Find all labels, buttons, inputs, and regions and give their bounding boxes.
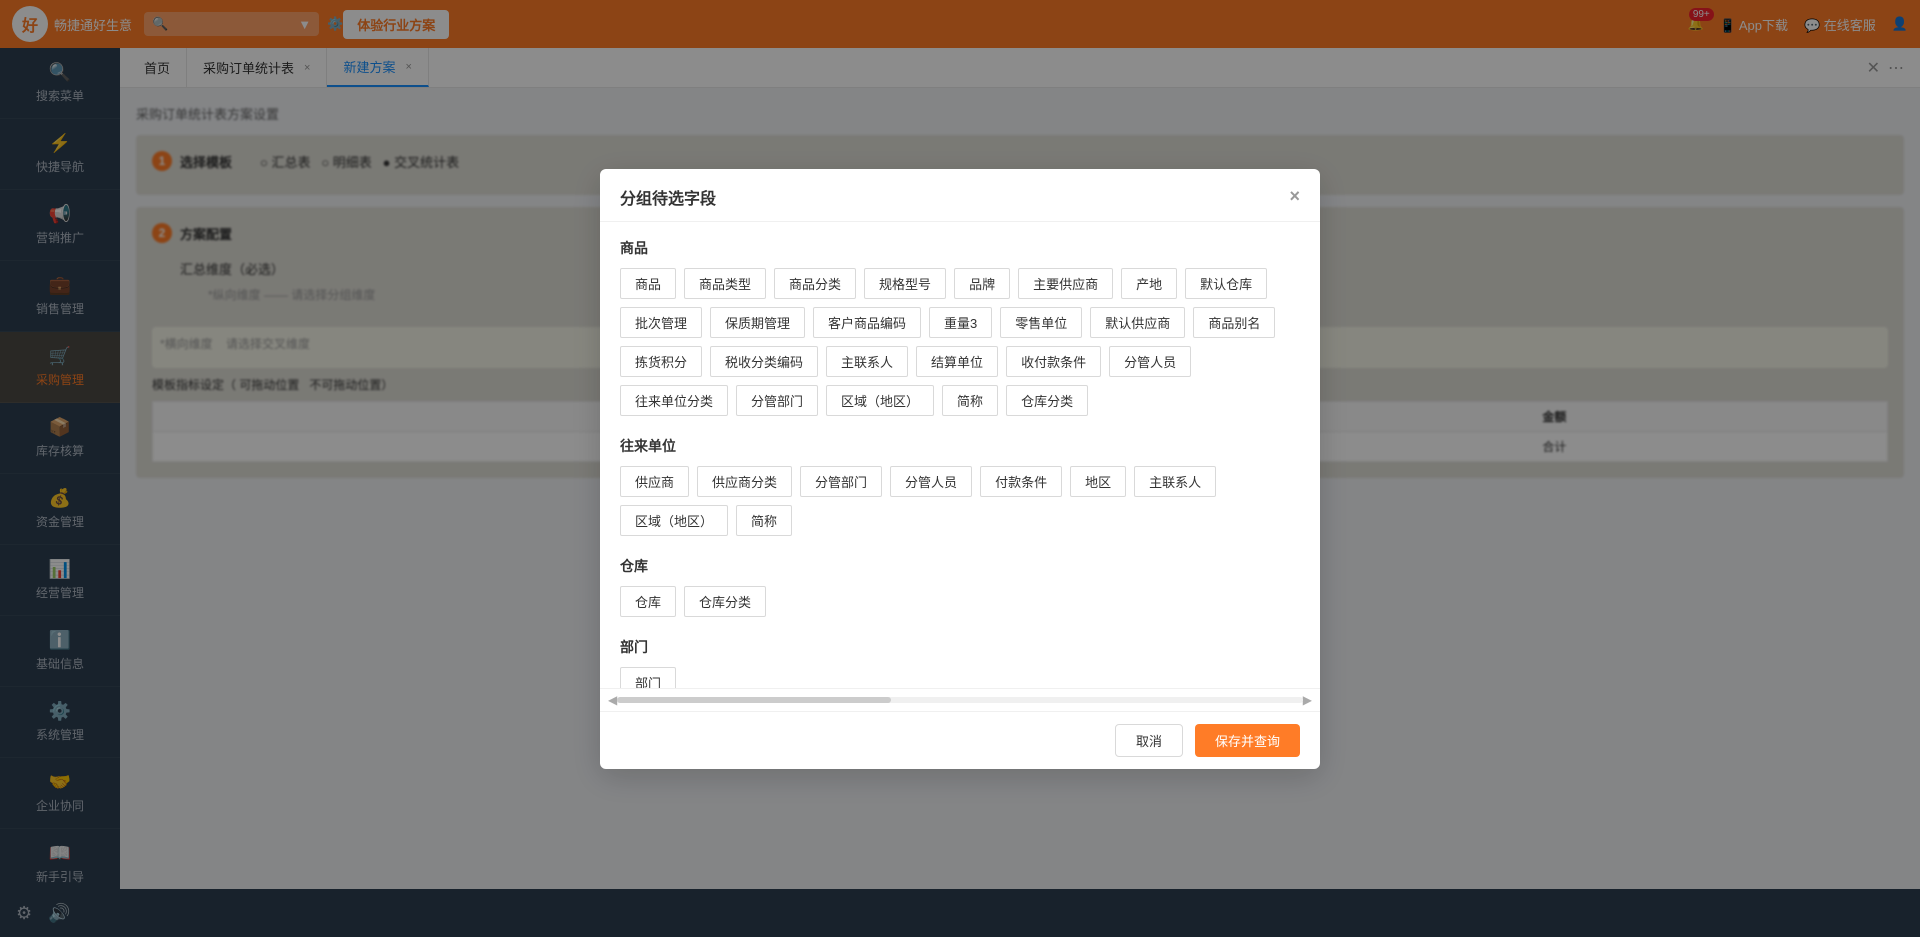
modal-footer: 取消 保存并查询 bbox=[600, 711, 1320, 769]
field-tag-goods-保质期管理[interactable]: 保质期管理 bbox=[710, 307, 805, 338]
field-tag-goods-区域地区[interactable]: 区域（地区） bbox=[826, 385, 934, 416]
field-tag-goods-产地[interactable]: 产地 bbox=[1121, 268, 1177, 299]
section-partner: 往来单位 供应商 供应商分类 分管部门 分管人员 付款条件 地区 主联系人 区域… bbox=[620, 436, 1300, 536]
field-tag-goods-仓库分类[interactable]: 仓库分类 bbox=[1006, 385, 1088, 416]
modal-overlay: 分组待选字段 × 商品 商品 商品类型 商品分类 规格型号 品牌 主要供应商 产… bbox=[0, 0, 1920, 937]
field-tag-goods-主联系人[interactable]: 主联系人 bbox=[826, 346, 908, 377]
field-tag-goods-收付款条件[interactable]: 收付款条件 bbox=[1006, 346, 1101, 377]
modal-header: 分组待选字段 × bbox=[600, 169, 1320, 222]
field-tag-partner-分管部门[interactable]: 分管部门 bbox=[800, 466, 882, 497]
section-goods-tags: 商品 商品类型 商品分类 规格型号 品牌 主要供应商 产地 默认仓库 批次管理 … bbox=[620, 268, 1300, 416]
field-tag-partner-分管人员[interactable]: 分管人员 bbox=[890, 466, 972, 497]
field-tag-warehouse-仓库分类[interactable]: 仓库分类 bbox=[684, 586, 766, 617]
field-tag-goods-商品别名[interactable]: 商品别名 bbox=[1193, 307, 1275, 338]
modal-body[interactable]: 商品 商品 商品类型 商品分类 规格型号 品牌 主要供应商 产地 默认仓库 批次… bbox=[600, 222, 1320, 688]
field-tag-partner-地区[interactable]: 地区 bbox=[1070, 466, 1126, 497]
field-tag-partner-付款条件[interactable]: 付款条件 bbox=[980, 466, 1062, 497]
hscroll-right-arrow[interactable]: ▶ bbox=[1303, 693, 1312, 707]
field-tag-goods-分管部门[interactable]: 分管部门 bbox=[736, 385, 818, 416]
modal-close-button[interactable]: × bbox=[1289, 186, 1300, 207]
section-warehouse: 仓库 仓库 仓库分类 bbox=[620, 556, 1300, 617]
cancel-button[interactable]: 取消 bbox=[1115, 724, 1183, 757]
section-goods: 商品 商品 商品类型 商品分类 规格型号 品牌 主要供应商 产地 默认仓库 批次… bbox=[620, 238, 1300, 416]
hscroll-thumb bbox=[617, 697, 891, 703]
field-tag-goods-批次管理[interactable]: 批次管理 bbox=[620, 307, 702, 338]
section-department-title: 部门 bbox=[620, 637, 1300, 657]
field-tag-goods-零售单位[interactable]: 零售单位 bbox=[1000, 307, 1082, 338]
field-tag-goods-默认供应商[interactable]: 默认供应商 bbox=[1090, 307, 1185, 338]
field-tag-goods-客户商品编码[interactable]: 客户商品编码 bbox=[813, 307, 921, 338]
field-tag-goods-规格型号[interactable]: 规格型号 bbox=[864, 268, 946, 299]
field-tag-goods-结算单位[interactable]: 结算单位 bbox=[916, 346, 998, 377]
hscroll-left-arrow[interactable]: ◀ bbox=[608, 693, 617, 707]
field-tag-goods-税收分类编码[interactable]: 税收分类编码 bbox=[710, 346, 818, 377]
hscroll-track[interactable] bbox=[617, 697, 1303, 703]
field-tag-warehouse-仓库[interactable]: 仓库 bbox=[620, 586, 676, 617]
field-tag-goods-商品[interactable]: 商品 bbox=[620, 268, 676, 299]
field-tag-partner-简称[interactable]: 简称 bbox=[736, 505, 792, 536]
section-partner-tags: 供应商 供应商分类 分管部门 分管人员 付款条件 地区 主联系人 区域（地区） … bbox=[620, 466, 1300, 536]
modal-title: 分组待选字段 bbox=[620, 185, 716, 209]
field-tag-goods-品牌[interactable]: 品牌 bbox=[954, 268, 1010, 299]
field-tag-goods-重量3[interactable]: 重量3 bbox=[929, 307, 992, 338]
field-tag-goods-拣货积分[interactable]: 拣货积分 bbox=[620, 346, 702, 377]
field-tag-partner-区域地区[interactable]: 区域（地区） bbox=[620, 505, 728, 536]
section-department: 部门 部门 bbox=[620, 637, 1300, 688]
field-tag-goods-主要供应商[interactable]: 主要供应商 bbox=[1018, 268, 1113, 299]
field-tag-goods-商品类型[interactable]: 商品类型 bbox=[684, 268, 766, 299]
field-selection-modal: 分组待选字段 × 商品 商品 商品类型 商品分类 规格型号 品牌 主要供应商 产… bbox=[600, 169, 1320, 769]
section-warehouse-tags: 仓库 仓库分类 bbox=[620, 586, 1300, 617]
field-tag-department-部门[interactable]: 部门 bbox=[620, 667, 676, 688]
section-department-tags: 部门 bbox=[620, 667, 1300, 688]
field-tag-goods-往来单位分类[interactable]: 往来单位分类 bbox=[620, 385, 728, 416]
field-tag-goods-默认仓库[interactable]: 默认仓库 bbox=[1185, 268, 1267, 299]
field-tag-partner-主联系人[interactable]: 主联系人 bbox=[1134, 466, 1216, 497]
section-warehouse-title: 仓库 bbox=[620, 556, 1300, 576]
section-goods-title: 商品 bbox=[620, 238, 1300, 258]
field-tag-goods-简称[interactable]: 简称 bbox=[942, 385, 998, 416]
modal-horizontal-scrollbar[interactable]: ◀ ▶ bbox=[600, 688, 1320, 711]
field-tag-partner-供应商[interactable]: 供应商 bbox=[620, 466, 689, 497]
confirm-button[interactable]: 保存并查询 bbox=[1195, 724, 1300, 757]
section-partner-title: 往来单位 bbox=[620, 436, 1300, 456]
field-tag-partner-供应商分类[interactable]: 供应商分类 bbox=[697, 466, 792, 497]
field-tag-goods-商品分类[interactable]: 商品分类 bbox=[774, 268, 856, 299]
field-tag-goods-分管人员[interactable]: 分管人员 bbox=[1109, 346, 1191, 377]
